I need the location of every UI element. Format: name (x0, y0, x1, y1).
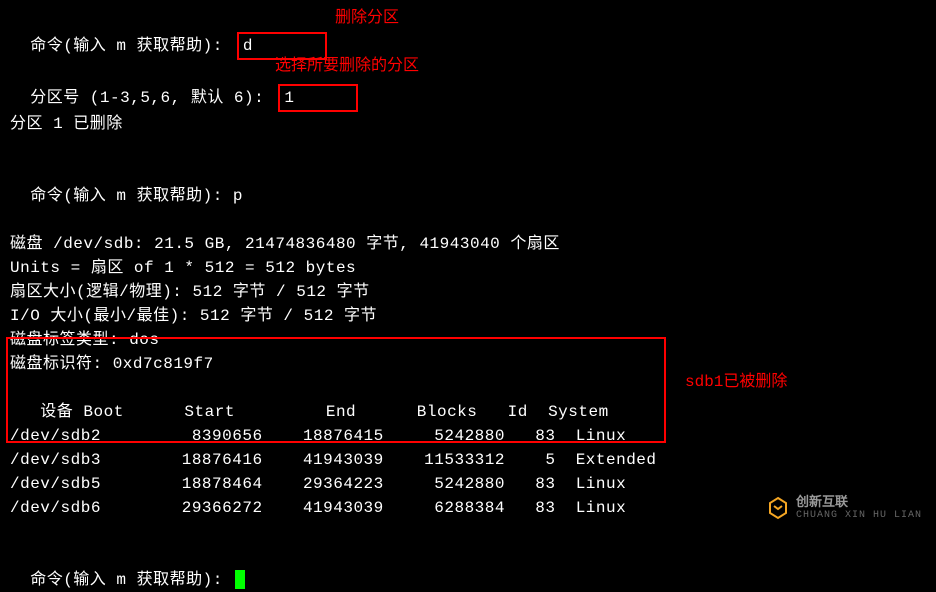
input-partition-num[interactable]: 1 (278, 84, 358, 112)
blank-line-2 (10, 208, 926, 232)
disk-info-1: 磁盘 /dev/sdb: 21.5 GB, 21474836480 字节, 41… (10, 232, 926, 256)
table-row: /dev/sdb2 8390656 18876415 5242880 83 Li… (10, 424, 926, 448)
cmd-prompt-3: 命令(输入 m 获取帮助): (30, 571, 233, 589)
watermark: 创新互联 CHUANG XIN HU LIAN (766, 496, 922, 521)
input-print-cmd[interactable]: p (233, 187, 243, 205)
annotation-delete-partition: 删除分区 (335, 6, 399, 30)
cmd-line-delete: 命令(输入 m 获取帮助): d (10, 8, 926, 60)
watermark-text: 创新互联 CHUANG XIN HU LIAN (796, 496, 922, 521)
cmd-line-print: 命令(输入 m 获取帮助): p (10, 160, 926, 208)
table-row: /dev/sdb5 18878464 29364223 5242880 83 L… (10, 472, 926, 496)
annotation-sdb1-deleted: sdb1已被删除 (685, 370, 787, 394)
cmd-line-final[interactable]: 命令(输入 m 获取帮助): (10, 544, 926, 592)
blank-line (10, 136, 926, 160)
disk-info-5: 磁盘标签类型: dos (10, 328, 926, 352)
blank-line-3 (10, 376, 926, 400)
partition-num-line: 分区号 (1-3,5,6, 默认 6): 1 (10, 60, 926, 112)
watermark-brand: 创新互联 (796, 496, 922, 510)
disk-info-6: 磁盘标识符: 0xd7c819f7 (10, 352, 926, 376)
disk-info-4: I/O 大小(最小/最佳): 512 字节 / 512 字节 (10, 304, 926, 328)
cmd-prompt-2: 命令(输入 m 获取帮助): (30, 187, 233, 205)
blank-line-4 (10, 520, 926, 544)
cursor-icon (235, 570, 245, 589)
disk-info-3: 扇区大小(逻辑/物理): 512 字节 / 512 字节 (10, 280, 926, 304)
cmd-prompt: 命令(输入 m 获取帮助): (30, 37, 233, 55)
watermark-url: CHUANG XIN HU LIAN (796, 510, 922, 521)
annotation-select-partition: 选择所要删除的分区 (275, 54, 419, 78)
disk-info-2: Units = 扇区 of 1 * 512 = 512 bytes (10, 256, 926, 280)
partition-num-prompt: 分区号 (1-3,5,6, 默认 6): (30, 89, 274, 107)
table-header: 设备 Boot Start End Blocks Id System (10, 400, 926, 424)
table-row: /dev/sdb3 18876416 41943039 11533312 5 E… (10, 448, 926, 472)
deleted-message: 分区 1 已删除 (10, 112, 926, 136)
watermark-logo-icon (766, 496, 790, 520)
